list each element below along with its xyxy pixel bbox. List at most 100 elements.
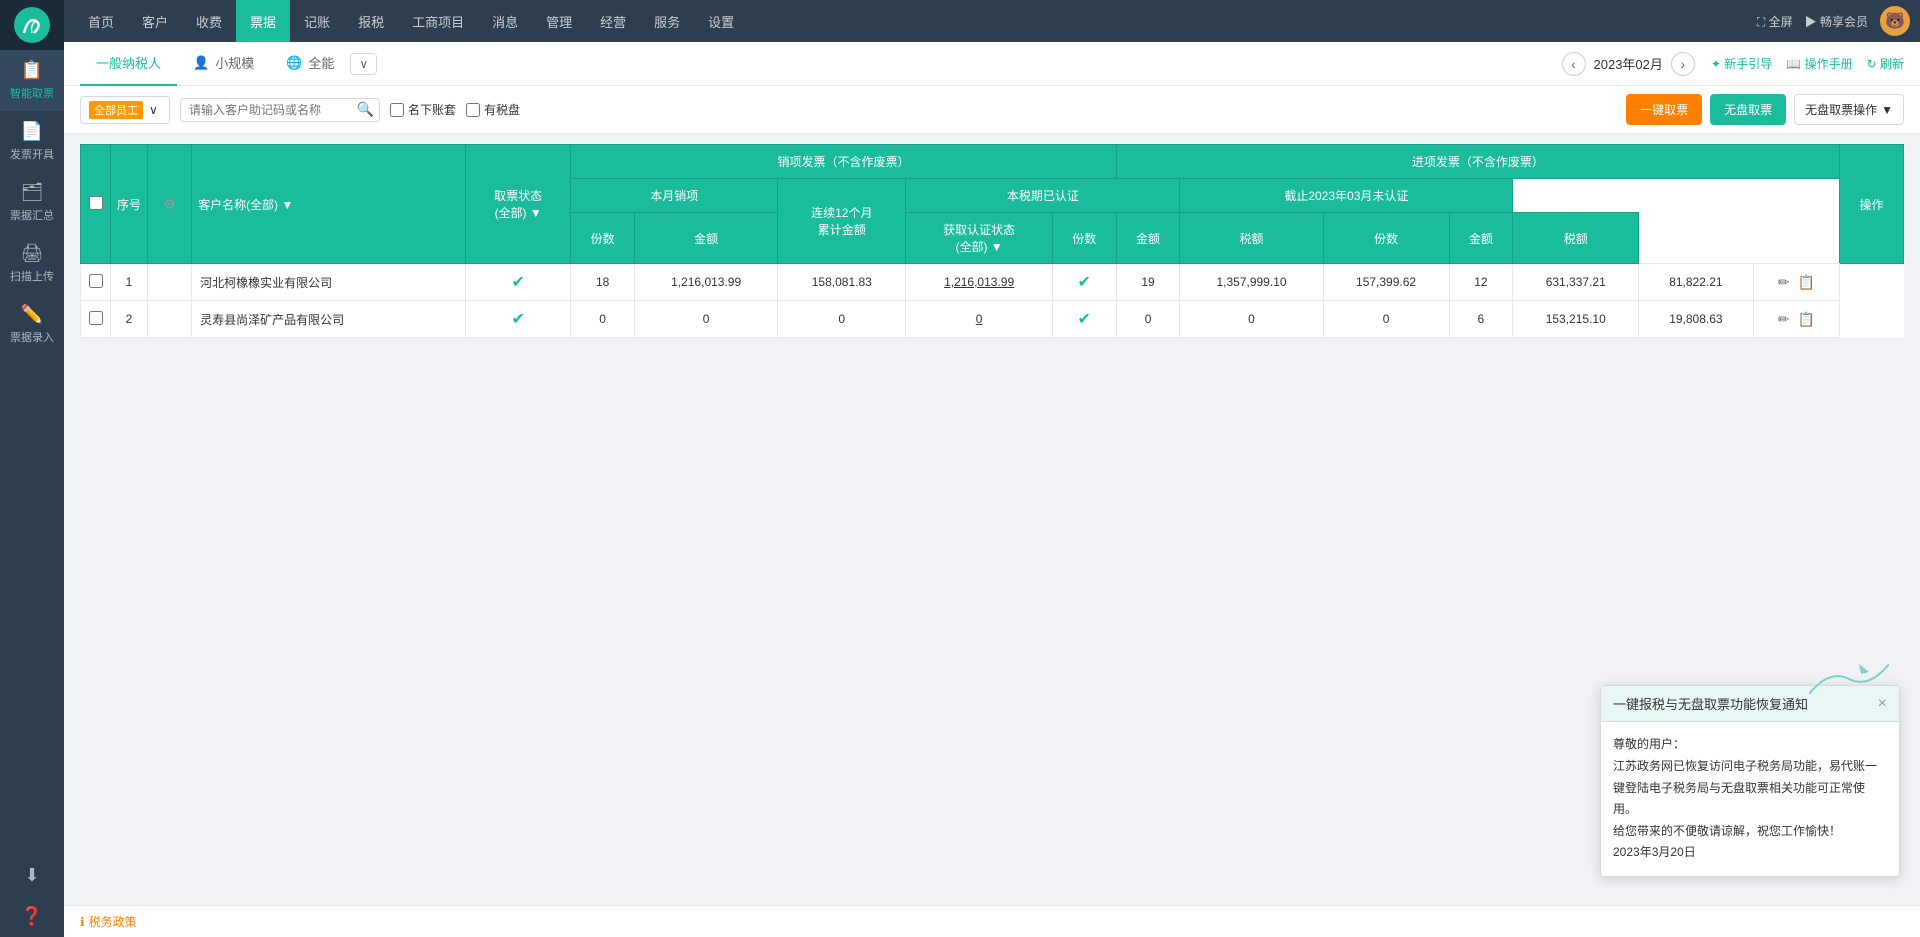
sidebar: 📋 智能取票 📄 发票开具 🗂 票据汇总 🖨 扫描上传 ✏️ 票据录入 ⬇ ❓ xyxy=(0,0,64,937)
th-uncert-count: 份数 xyxy=(1323,213,1449,264)
copy-icon[interactable]: 📋 xyxy=(1797,274,1814,291)
nav-operation[interactable]: 经营 xyxy=(586,0,640,42)
name-account-checkbox[interactable] xyxy=(390,103,404,117)
tab-more[interactable]: ∨ xyxy=(350,53,377,75)
nav-tax[interactable]: 报税 xyxy=(344,0,398,42)
tab-all[interactable]: 🌐 全能 xyxy=(270,42,350,86)
no-disk-fetch-btn[interactable]: 无盘取票 xyxy=(1710,94,1786,125)
nav-message[interactable]: 消息 xyxy=(478,0,532,42)
dropdown-chevron-icon: ▼ xyxy=(1881,103,1893,117)
fetch-status-icon: ✔ xyxy=(511,311,524,328)
top-navigation: 首页 客户 收费 票据 记账 报税 工商项目 消息 管理 经营 服务 设置 ⛶ … xyxy=(64,0,1920,42)
th-sales-count: 份数 xyxy=(571,213,635,264)
download-icon: ⬇ xyxy=(24,865,39,886)
sidebar-bottom: ⬇ ❓ xyxy=(0,855,64,937)
sidebar-item-issue-invoice[interactable]: 📄 发票开具 xyxy=(0,111,64,172)
no-disk-operation-btn[interactable]: 无盘取票操作 ▼ xyxy=(1794,94,1904,125)
name-account-checkbox-label[interactable]: 名下账套 xyxy=(390,101,456,118)
help-icon: ❓ xyxy=(21,906,43,927)
sidebar-item-smart-fetch[interactable]: 📋 智能取票 xyxy=(0,50,64,111)
nav-settings[interactable]: 设置 xyxy=(694,0,748,42)
row-input-tax: 0 xyxy=(1323,301,1449,338)
nav-service[interactable]: 服务 xyxy=(640,0,694,42)
row-cert-status: ✔ xyxy=(1052,301,1116,338)
sidebar-item-download[interactable]: ⬇ xyxy=(0,855,64,896)
row-input-tax: 157,399.62 xyxy=(1323,264,1449,301)
row-setting xyxy=(148,301,192,338)
sidebar-item-scan-upload-label: 扫描上传 xyxy=(10,268,54,284)
refresh-link[interactable]: ↻ 刷新 xyxy=(1867,55,1904,72)
has-tax-checkbox-label[interactable]: 有税盘 xyxy=(466,101,520,118)
new-guide-link[interactable]: ✦ 新手引导 xyxy=(1711,55,1772,72)
logo xyxy=(0,0,64,50)
row-num: 2 xyxy=(111,301,148,338)
sidebar-item-data-entry-label: 票据录入 xyxy=(10,329,54,345)
row-uncert-amount: 631,337.21 xyxy=(1513,264,1639,301)
user-avatar[interactable]: 🐻 xyxy=(1880,6,1910,36)
one-click-fetch-btn[interactable]: 一键取票 xyxy=(1626,94,1702,125)
edit-icon[interactable]: ✏ xyxy=(1778,311,1790,328)
fetch-status-icon: ✔ xyxy=(511,274,524,291)
scan-upload-icon: 🖨 xyxy=(21,243,44,264)
sidebar-item-help[interactable]: ❓ xyxy=(0,896,64,937)
row-client-name: 灵寿县尚泽矿产品有限公司 xyxy=(192,301,466,338)
prev-month-btn[interactable]: ‹ xyxy=(1562,52,1586,76)
info-icon: ℹ xyxy=(80,915,85,929)
has-tax-checkbox[interactable] xyxy=(466,103,480,117)
fullscreen-btn[interactable]: ⛶ 全屏 xyxy=(1757,13,1793,30)
sidebar-item-data-entry[interactable]: ✏️ 票据录入 xyxy=(0,294,64,355)
current-date: 2023年02月 xyxy=(1594,54,1663,73)
nav-bookkeeping[interactable]: 记账 xyxy=(290,0,344,42)
nav-management[interactable]: 管理 xyxy=(532,0,586,42)
table-row: 2 灵寿县尚泽矿产品有限公司 ✔ 0 0 0 0 ✔ 0 0 0 6 153,2… xyxy=(81,301,1904,338)
employee-select[interactable]: 全部员工 ∨ xyxy=(80,96,170,124)
manual-link[interactable]: 📖 操作手册 xyxy=(1786,55,1852,72)
member-btn[interactable]: ▶ 畅享会员 xyxy=(1805,13,1868,30)
bottom-bar: ℹ 税务政策 xyxy=(64,905,1920,937)
row-input-amount: 0 xyxy=(1180,301,1323,338)
row-checkbox-0[interactable] xyxy=(89,274,103,288)
nav-billing[interactable]: 收费 xyxy=(182,0,236,42)
row-cumulative: 1,216,013.99 xyxy=(906,264,1053,301)
tab-all-icon: 🌐 xyxy=(286,55,302,71)
row-client-name: 河北柯橡橡实业有限公司 xyxy=(192,264,466,301)
th-certified: 本税期已认证 xyxy=(906,179,1180,213)
cumulative-link[interactable]: 1,216,013.99 xyxy=(944,275,1014,289)
th-monthly-sales: 本月销项 xyxy=(571,179,778,213)
th-uncertified: 截止2023年03月未认证 xyxy=(1180,179,1513,213)
row-input-count: 19 xyxy=(1116,264,1180,301)
nav-home[interactable]: 首页 xyxy=(74,0,128,42)
nav-invoice[interactable]: 票据 xyxy=(236,0,290,42)
sidebar-item-scan-upload[interactable]: 🖨 扫描上传 xyxy=(0,233,64,294)
th-cumulative: 连续12个月累计金额 xyxy=(778,179,906,264)
select-all-checkbox[interactable] xyxy=(89,196,103,210)
cumulative-link[interactable]: 0 xyxy=(976,312,983,326)
row-uncert-tax: 19,808.63 xyxy=(1639,301,1753,338)
notif-close-btn[interactable]: × xyxy=(1878,695,1887,713)
row-checkbox-cell xyxy=(81,301,111,338)
row-cumulative: 0 xyxy=(906,301,1053,338)
next-month-btn[interactable]: › xyxy=(1671,52,1695,76)
row-num: 1 xyxy=(111,264,148,301)
tab-small[interactable]: 👤 小规模 xyxy=(177,42,270,86)
tax-policy-link[interactable]: ℹ 税务政策 xyxy=(80,913,137,930)
row-checkbox-1[interactable] xyxy=(89,311,103,325)
row-input-amount: 1,357,999.10 xyxy=(1180,264,1323,301)
tab-general[interactable]: 一般纳税人 xyxy=(80,42,177,86)
nav-customer[interactable]: 客户 xyxy=(128,0,182,42)
search-input[interactable] xyxy=(180,98,380,122)
issue-invoice-icon: 📄 xyxy=(21,121,43,142)
search-wrap: 🔍 xyxy=(180,98,380,122)
sidebar-item-invoice-summary-label: 票据汇总 xyxy=(10,207,54,223)
th-input-count: 份数 xyxy=(1052,213,1116,264)
setting-icon[interactable]: ⚙ xyxy=(163,196,176,212)
nav-business[interactable]: 工商项目 xyxy=(398,0,478,42)
th-uncert-amount: 金额 xyxy=(1449,213,1513,264)
copy-icon[interactable]: 📋 xyxy=(1797,311,1814,328)
search-button[interactable]: 🔍 xyxy=(357,101,374,118)
row-sales-tax: 158,081.83 xyxy=(778,264,906,301)
edit-icon[interactable]: ✏ xyxy=(1778,274,1790,291)
notification-popup: 一键报税与无盘取票功能恢复通知 × 尊敬的用户： 江苏政务网已恢复访问电子税务局… xyxy=(1600,685,1900,877)
th-fetch-status: 取票状态(全部) ▼ xyxy=(466,145,571,264)
sidebar-item-invoice-summary[interactable]: 🗂 票据汇总 xyxy=(0,172,64,233)
